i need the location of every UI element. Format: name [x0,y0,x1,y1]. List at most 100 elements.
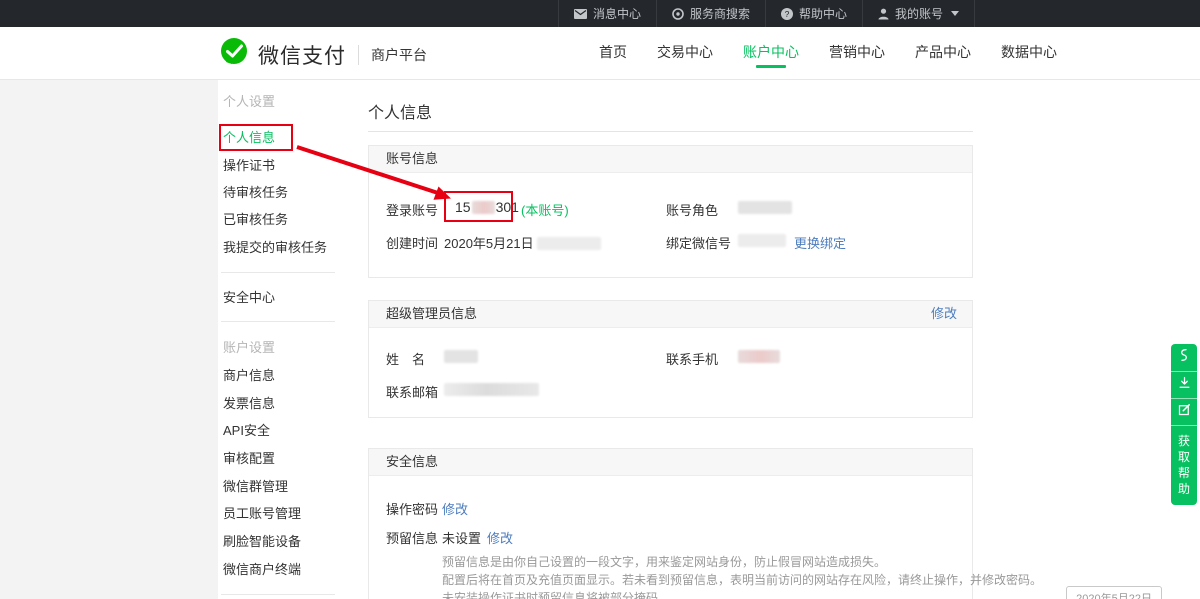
sidebar-item-invoice-info[interactable]: 发票信息 [223,395,341,412]
brand-name: 微信支付 [258,40,346,70]
reserved-info-label: 预留信息 [386,528,438,547]
chevron-down-icon [951,11,959,16]
floating-toolbar: 获取帮助 [1171,344,1197,505]
sidebar-section-account-settings: 账户设置 [223,339,341,356]
created-time-value: 2020年5月21日 [444,233,601,252]
download-button[interactable] [1171,371,1197,398]
svg-text:?: ? [785,9,790,19]
tab-product-center[interactable]: 产品中心 [908,27,978,80]
modify-admin-link[interactable]: 修改 [931,301,957,327]
merchant-platform-page: 消息中心 服务商搜索 ? 帮助中心 我的账号 [0,0,1200,599]
s-curve-link-icon [1176,347,1192,368]
tab-transaction-center[interactable]: 交易中心 [650,27,720,80]
super-admin-panel-header: 超级管理员信息 修改 [369,301,972,328]
description-line: 未安装操作证书时预留信息将被部分掩码。 [442,589,1042,599]
current-account-note: (本账号) [521,200,569,219]
security-info-panel: 安全信息 操作密码 修改 预留信息 未设置 修改 预留信息是由你自己设置的一段文… [368,448,973,599]
sidebar-item-staff-account-management[interactable]: 员工账号管理 [223,505,341,522]
user-icon [878,8,889,20]
download-icon [1177,375,1192,395]
sidebar-item-my-submitted-tasks[interactable]: 我提交的审核任务 [223,239,341,256]
sidebar-item-wechat-merchant-terminal[interactable]: 微信商户终端 [223,561,341,578]
annotation-box-sidebar-personal-info [219,124,293,151]
modify-reserved-info-link[interactable]: 修改 [487,528,513,547]
sidebar-divider [221,594,335,595]
my-account-menu[interactable]: 我的账号 [862,0,975,27]
page-title: 个人信息 [368,99,432,123]
account-info-panel-header: 账号信息 [369,146,972,173]
sidebar-item-face-smart-device[interactable]: 刷脸智能设备 [223,533,341,550]
sidebar: 个人设置 个人信息 操作证书 待审核任务 已审核任务 我提交的审核任务 安全中心… [218,80,345,599]
login-account-label: 登录账号 [386,200,438,219]
redacted-created-time [537,237,601,250]
modify-password-link[interactable]: 修改 [442,499,468,518]
main-nav: 首页 交易中心 账户中心 营销中心 产品中心 数据中心 [592,27,1080,80]
topbar-item-label: 我的账号 [895,5,943,22]
brand[interactable]: 微信支付 商户平台 [218,36,427,73]
redacted-wechat-id [738,234,786,247]
topbar: 消息中心 服务商搜索 ? 帮助中心 我的账号 [0,0,1200,27]
contact-email-label: 联系邮箱 [386,382,438,401]
edit-icon [1177,402,1192,422]
active-tab-underline [756,65,786,68]
date-chip: 2020年5月22日 [1066,586,1162,599]
sidebar-item-api-security[interactable]: API安全 [223,422,341,439]
sidebar-item-review-config[interactable]: 审核配置 [223,450,341,467]
created-date: 2020年5月21日 [444,236,534,251]
tab-marketing-center[interactable]: 营销中心 [822,27,892,80]
security-info-panel-header: 安全信息 [369,449,972,476]
tab-account-center[interactable]: 账户中心 [736,27,806,80]
topbar-item-label: 服务商搜索 [690,5,750,22]
question-circle-icon: ? [781,8,793,20]
reserved-info-status: 未设置 [442,528,481,547]
name-label: 姓 名 [386,349,425,368]
operation-password-label: 操作密码 [386,499,438,518]
topbar-item-label: 帮助中心 [799,5,847,22]
topbar-item-label: 消息中心 [593,5,641,22]
description-line: 预留信息是由你自己设置的一段文字，用来鉴定网站身份，防止假冒网站造成损失。 [442,553,1042,571]
redacted-account-role [738,201,792,214]
header: 微信支付 商户平台 首页 交易中心 账户中心 营销中心 产品中心 数据中心 [0,27,1200,80]
super-admin-panel: 超级管理员信息 修改 姓 名 联系手机 联系邮箱 [368,300,973,418]
search-circle-icon [672,8,684,20]
sidebar-divider [221,321,335,322]
mail-icon [574,9,587,19]
contact-link-button[interactable] [1171,344,1197,371]
get-help-button[interactable]: 获取帮助 [1171,425,1197,505]
annotation-box-login-account [444,191,513,222]
panel-title: 账号信息 [386,151,438,166]
created-time-label: 创建时间 [386,233,438,252]
sidebar-divider [221,272,335,273]
sidebar-item-pending-review-tasks[interactable]: 待审核任务 [223,184,341,201]
sidebar-item-merchant-info[interactable]: 商户信息 [223,367,341,384]
contact-phone-label: 联系手机 [666,349,718,368]
panel-title: 超级管理员信息 [386,306,477,321]
redacted-phone [738,350,780,363]
title-divider [368,131,973,132]
panel-title: 安全信息 [386,454,438,469]
message-center-link[interactable]: 消息中心 [558,0,656,27]
tab-data-center[interactable]: 数据中心 [994,27,1064,80]
redacted-name [444,350,478,363]
feedback-button[interactable] [1171,398,1197,425]
redacted-email [444,383,539,396]
description-line: 配置后将在首页及充值页面显示。若未看到预留信息，表明当前访问的网站存在风险，请终… [442,571,1042,589]
help-center-link[interactable]: ? 帮助中心 [765,0,862,27]
sidebar-item-reviewed-tasks[interactable]: 已审核任务 [223,211,341,228]
left-gutter [0,80,218,599]
sidebar-section-personal-settings: 个人设置 [223,93,341,110]
sidebar-item-security-center[interactable]: 安全中心 [223,289,341,306]
sidebar-item-operation-certificate[interactable]: 操作证书 [223,157,341,174]
reserved-info-description: 预留信息是由你自己设置的一段文字，用来鉴定网站身份，防止假冒网站造成损失。 配置… [442,553,1042,599]
tab-home[interactable]: 首页 [592,27,634,80]
service-provider-search-link[interactable]: 服务商搜索 [656,0,765,27]
tab-label: 账户中心 [743,44,799,60]
get-help-label: 获取帮助 [1178,433,1191,497]
platform-name: 商户平台 [371,45,427,65]
sidebar-item-wechat-group-management[interactable]: 微信群管理 [223,478,341,495]
account-role-label: 账号角色 [666,200,718,219]
brand-separator [358,45,359,65]
wechat-pay-logo-icon [218,36,250,73]
rebind-link[interactable]: 更换绑定 [794,233,846,252]
bound-wechat-label: 绑定微信号 [666,233,731,252]
